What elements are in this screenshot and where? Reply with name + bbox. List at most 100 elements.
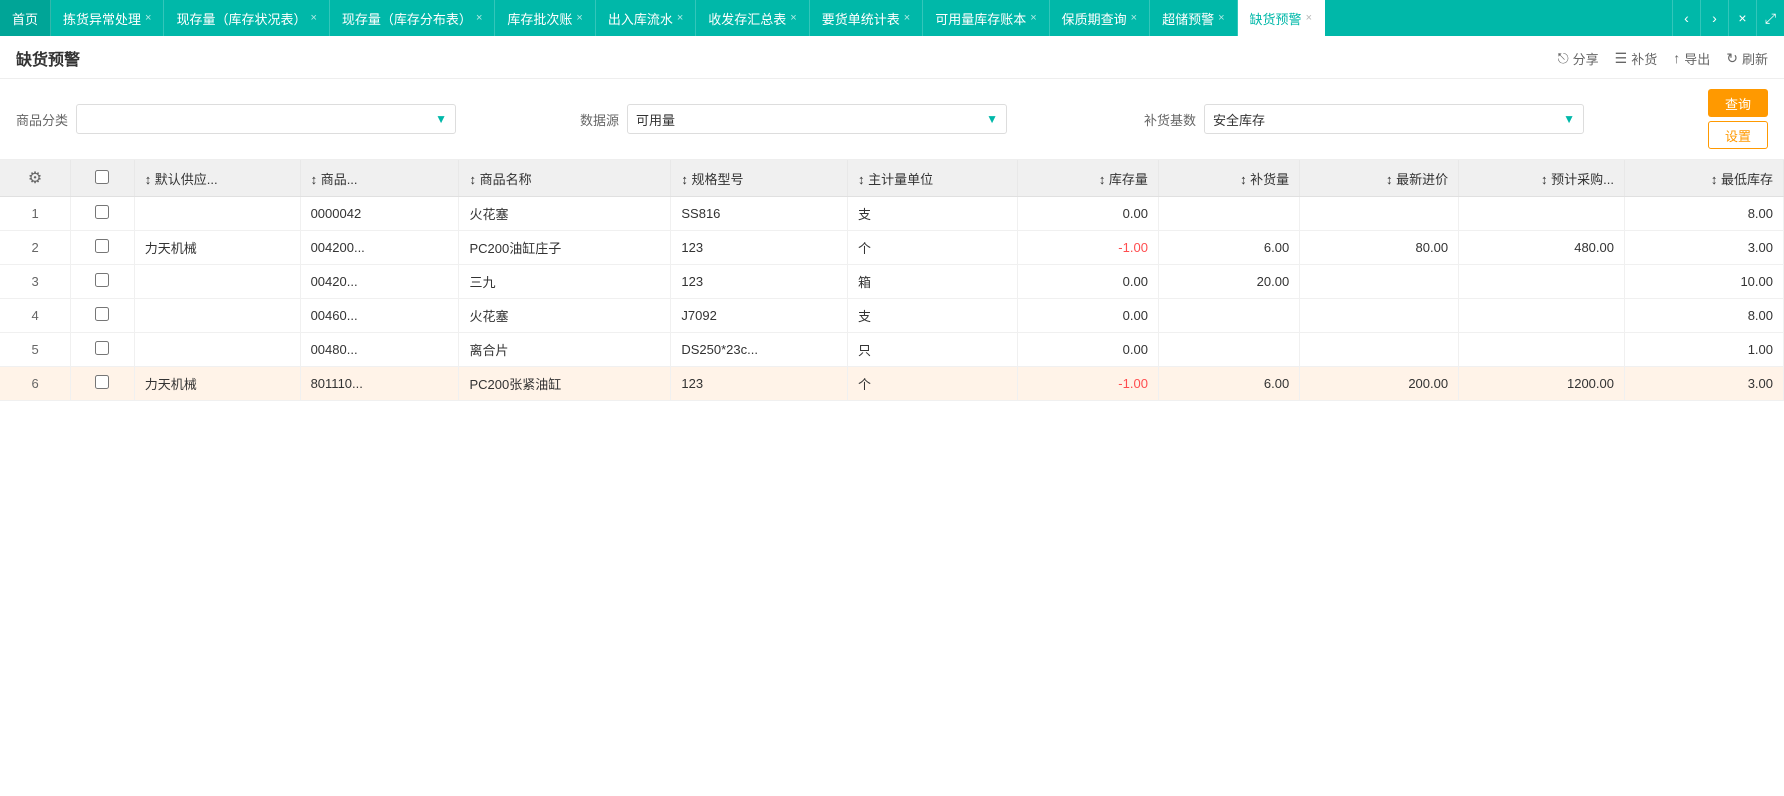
th-purchase-label: ↕ 预计采购... — [1541, 172, 1614, 187]
nav-tab-close-shortage[interactable]: × — [1306, 12, 1312, 24]
nav-tab-exception[interactable]: 拣货异常处理× — [51, 0, 164, 36]
th-price[interactable]: ↕ 最新进价 — [1300, 160, 1459, 197]
export-button[interactable]: ↑ 导出 — [1673, 49, 1710, 68]
nav-tab-close-inventory-dist[interactable]: × — [476, 12, 482, 24]
cell-min-stock-2: 3.00 — [1624, 231, 1783, 265]
nav-tab-inout-flow[interactable]: 出入库流水× — [596, 0, 696, 36]
category-select-arrow-icon: ▼ — [435, 112, 447, 126]
datasource-select-value: 可用量 — [636, 110, 675, 129]
table-row: 300420...三九123箱0.0020.0010.00 — [0, 265, 1784, 299]
row-checkbox-5[interactable] — [95, 341, 109, 355]
table-header-row: ⚙ ↕ 默认供应... ↕ 商品... ↕ 商品名称 ↕ — [0, 160, 1784, 197]
th-stock-label: ↕ 库存量 — [1099, 172, 1148, 187]
cell-spec-3: 123 — [671, 265, 848, 299]
cell-replenish-3: 20.00 — [1158, 265, 1299, 299]
nav-tab-close-overstock[interactable]: × — [1218, 12, 1224, 24]
nav-tab-overstock[interactable]: 超储预警 × — [1150, 0, 1237, 36]
row-checkbox-6[interactable] — [95, 375, 109, 389]
th-unit[interactable]: ↕ 主计量单位 — [847, 160, 1017, 197]
cell-supplier-6: 力天机械 — [134, 367, 300, 401]
replenish-icon: ☰ — [1615, 50, 1628, 67]
nav-tab-close-expiry[interactable]: × — [1131, 12, 1137, 24]
row-checkbox-1[interactable] — [95, 205, 109, 219]
cell-checkbox-1[interactable] — [71, 197, 135, 231]
nav-expand-button[interactable]: ⤢ — [1756, 0, 1784, 36]
top-nav: 首页拣货异常处理×现存量（库存状况表）×现存量（库存分布表）×库存批次账×出入库… — [0, 0, 1784, 36]
cell-unit-1: 支 — [847, 197, 1017, 231]
nav-tab-demand[interactable]: 要货单统计表× — [810, 0, 923, 36]
th-code[interactable]: ↕ 商品... — [300, 160, 459, 197]
nav-tab-close-demand[interactable]: × — [904, 12, 910, 24]
cell-checkbox-5[interactable] — [71, 333, 135, 367]
nav-tab-close-batch[interactable]: × — [576, 12, 582, 24]
setting-button[interactable]: 设置 — [1708, 121, 1768, 149]
datasource-filter-group: 数据源 可用量 ▼ — [580, 104, 1120, 134]
cell-stock-2: -1.00 — [1017, 231, 1158, 265]
row-checkbox-3[interactable] — [95, 273, 109, 287]
cell-checkbox-2[interactable] — [71, 231, 135, 265]
nav-tab-inventory-dist[interactable]: 现存量（库存分布表） × — [330, 0, 495, 36]
row-checkbox-2[interactable] — [95, 239, 109, 253]
cell-spec-4: J7092 — [671, 299, 848, 333]
th-code-label: ↕ 商品... — [311, 172, 358, 187]
nav-tab-close-inventory-status[interactable]: × — [310, 12, 316, 24]
category-label: 商品分类 — [16, 110, 68, 129]
cell-unit-2: 个 — [847, 231, 1017, 265]
refresh-button[interactable]: ↻ 刷新 — [1726, 49, 1768, 68]
nav-tab-close-collect[interactable]: × — [790, 12, 796, 24]
nav-tab-available[interactable]: 可用量库存账本× — [923, 0, 1049, 36]
cell-code-6: 801110... — [300, 367, 459, 401]
table-body: 10000042火花塞SS816支0.008.002力天机械004200...P… — [0, 197, 1784, 401]
th-stock[interactable]: ↕ 库存量 — [1017, 160, 1158, 197]
replenish-base-select[interactable]: 安全库存 ▼ — [1204, 104, 1584, 134]
cell-stock-4: 0.00 — [1017, 299, 1158, 333]
nav-next-button[interactable]: › — [1700, 0, 1728, 36]
th-spec[interactable]: ↕ 规格型号 — [671, 160, 848, 197]
nav-tab-close-available[interactable]: × — [1030, 12, 1036, 24]
cell-unit-3: 箱 — [847, 265, 1017, 299]
cell-index-2: 2 — [0, 231, 71, 265]
share-button[interactable]: ⎋ 分享 — [1558, 49, 1599, 68]
cell-stock-3: 0.00 — [1017, 265, 1158, 299]
cell-checkbox-3[interactable] — [71, 265, 135, 299]
gear-icon[interactable]: ⚙ — [28, 168, 42, 188]
replenish-label: 补货 — [1631, 49, 1657, 68]
cell-supplier-2: 力天机械 — [134, 231, 300, 265]
th-settings[interactable]: ⚙ — [0, 160, 71, 197]
nav-tab-label-inventory-dist: 现存量（库存分布表） — [342, 9, 472, 28]
cell-name-5: 离合片 — [459, 333, 671, 367]
cell-checkbox-6[interactable] — [71, 367, 135, 401]
nav-tab-label-home: 首页 — [12, 9, 38, 28]
nav-tab-close-inout-flow[interactable]: × — [677, 12, 683, 24]
nav-tab-close-exception[interactable]: × — [145, 12, 151, 24]
nav-tab-batch[interactable]: 库存批次账× — [495, 0, 595, 36]
th-purchase[interactable]: ↕ 预计采购... — [1459, 160, 1625, 197]
table-row: 400460...火花塞J7092支0.008.00 — [0, 299, 1784, 333]
cell-index-3: 3 — [0, 265, 71, 299]
cell-price-4 — [1300, 299, 1459, 333]
th-replenish[interactable]: ↕ 补货量 — [1158, 160, 1299, 197]
nav-close-button[interactable]: × — [1728, 0, 1756, 36]
nav-tab-shortage[interactable]: 缺货预警× — [1238, 0, 1325, 36]
nav-tab-collect[interactable]: 收发存汇总表× — [696, 0, 809, 36]
th-supplier[interactable]: ↕ 默认供应... — [134, 160, 300, 197]
nav-tab-expiry[interactable]: 保质期查询× — [1050, 0, 1150, 36]
nav-tab-label-overstock: 超储预警 — [1162, 9, 1214, 28]
nav-tab-home[interactable]: 首页 — [0, 0, 51, 36]
nav-tab-inventory-status[interactable]: 现存量（库存状况表） × — [164, 0, 329, 36]
query-button[interactable]: 查询 — [1708, 89, 1768, 117]
cell-checkbox-4[interactable] — [71, 299, 135, 333]
datasource-select[interactable]: 可用量 ▼ — [627, 104, 1007, 134]
cell-replenish-1 — [1158, 197, 1299, 231]
category-select[interactable]: ▼ — [76, 104, 456, 134]
cell-spec-1: SS816 — [671, 197, 848, 231]
row-checkbox-4[interactable] — [95, 307, 109, 321]
select-all-checkbox[interactable] — [95, 170, 109, 184]
th-name[interactable]: ↕ 商品名称 — [459, 160, 671, 197]
replenish-button[interactable]: ☰ 补货 — [1615, 49, 1658, 68]
nav-tab-label-inventory-status: 现存量（库存状况表） — [176, 9, 306, 28]
th-min-stock[interactable]: ↕ 最低库存 — [1624, 160, 1783, 197]
cell-replenish-2: 6.00 — [1158, 231, 1299, 265]
cell-replenish-4 — [1158, 299, 1299, 333]
nav-prev-button[interactable]: ‹ — [1672, 0, 1700, 36]
